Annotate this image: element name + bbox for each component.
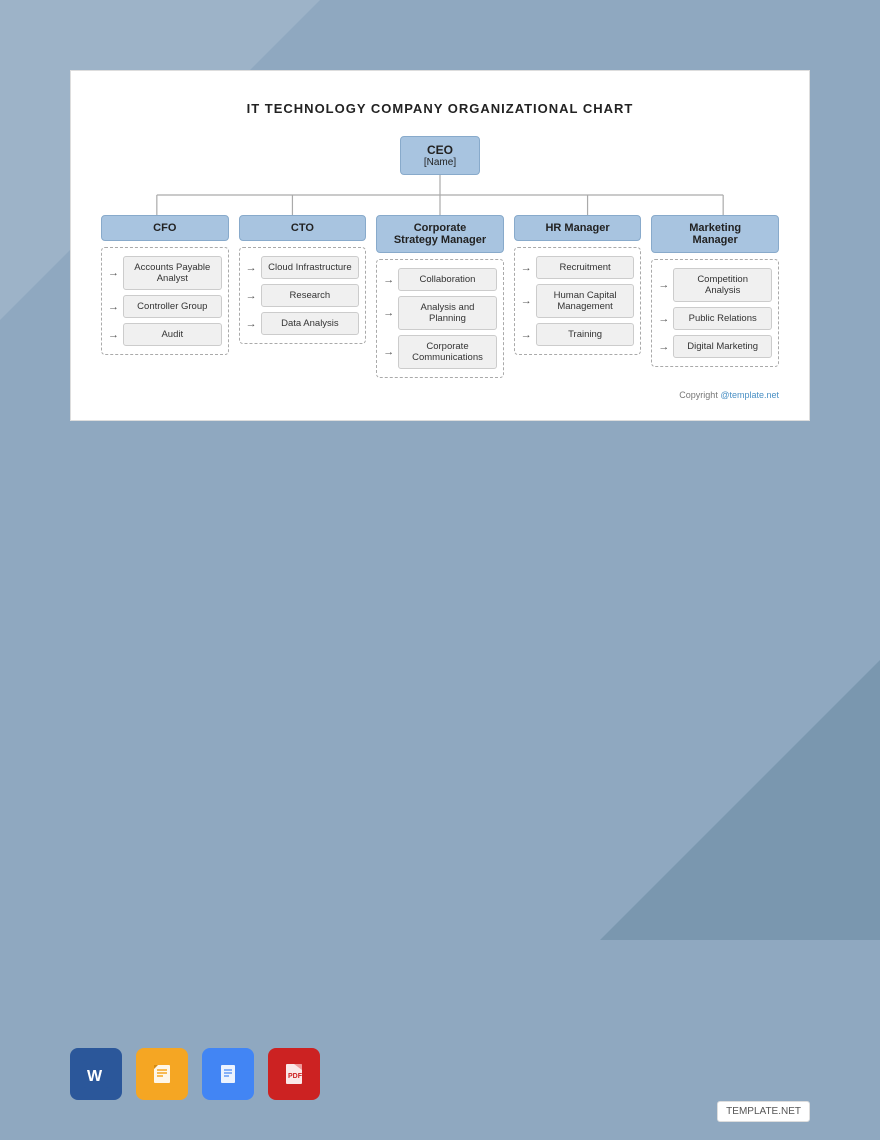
sub-box-mm-1: Competition Analysis (673, 268, 772, 302)
sub-item-mm-2: → Public Relations (658, 307, 772, 330)
arrow-icon: → (108, 267, 119, 279)
sub-container-csm: → Collaboration → Analysis and Planning … (376, 259, 504, 378)
dept-box-mm: Marketing Manager (651, 215, 779, 253)
department-row: CFO → Accounts Payable Analyst → Control… (101, 215, 779, 378)
arrow-icon: → (383, 307, 394, 319)
arrow-icon: → (658, 279, 669, 291)
dept-col-cto: CTO → Cloud Infrastructure → Research → … (239, 215, 367, 378)
sub-box-csm-1: Collaboration (398, 268, 497, 291)
dept-title-cfo: CFO (153, 222, 176, 234)
sub-item-csm-3: → Corporate Communications (383, 335, 497, 369)
sub-item-cfo-2: → Controller Group (108, 295, 222, 318)
arrow-icon: → (246, 262, 257, 274)
dept-title-mm: Marketing Manager (689, 222, 741, 246)
docs-icon[interactable] (202, 1048, 254, 1100)
pdf-icon-svg: PDF (280, 1060, 308, 1088)
dept-title-hrm: HR Manager (545, 222, 609, 234)
sub-box-hrm-1: Recruitment (536, 256, 635, 279)
sub-item-cto-1: → Cloud Infrastructure (246, 256, 360, 279)
sub-container-mm: → Competition Analysis → Public Relation… (651, 259, 779, 367)
sub-item-cto-3: → Data Analysis (246, 312, 360, 335)
word-icon[interactable]: W (70, 1048, 122, 1100)
sub-item-mm-1: → Competition Analysis (658, 268, 772, 302)
ceo-sub: [Name] (415, 157, 465, 168)
sub-box-cfo-1: Accounts Payable Analyst (123, 256, 222, 290)
sub-item-hrm-2: → Human Capital Management (521, 284, 635, 318)
main-card: IT TECHNOLOGY COMPANY ORGANIZATIONAL CHA… (70, 70, 810, 421)
sub-box-mm-2: Public Relations (673, 307, 772, 330)
chart-title: IT TECHNOLOGY COMPANY ORGANIZATIONAL CHA… (101, 101, 779, 116)
dept-col-cfo: CFO → Accounts Payable Analyst → Control… (101, 215, 229, 378)
sub-box-cfo-2: Controller Group (123, 295, 222, 318)
arrow-icon: → (521, 295, 532, 307)
arrow-icon: → (108, 301, 119, 313)
arrow-icon: → (521, 262, 532, 274)
sub-container-hrm: → Recruitment → Human Capital Management… (514, 247, 642, 355)
sub-box-cto-1: Cloud Infrastructure (261, 256, 360, 279)
connector-svg (101, 175, 779, 215)
sub-box-cto-2: Research (261, 284, 360, 307)
dept-col-csm: Corporate Strategy Manager → Collaborati… (376, 215, 504, 378)
arrow-icon: → (658, 341, 669, 353)
sub-item-cfo-3: → Audit (108, 323, 222, 346)
dept-title-cto: CTO (291, 222, 314, 234)
sub-box-mm-3: Digital Marketing (673, 335, 772, 358)
arrow-icon: → (383, 274, 394, 286)
arrow-icon: → (246, 290, 257, 302)
copyright-text: Copyright @template.net (101, 390, 779, 400)
arrow-icon: → (246, 318, 257, 330)
pages-icon[interactable] (136, 1048, 188, 1100)
sub-box-hrm-3: Training (536, 323, 635, 346)
template-badge: TEMPLATE.NET (717, 1101, 810, 1122)
sub-container-cfo: → Accounts Payable Analyst → Controller … (101, 247, 229, 355)
pdf-icon[interactable]: PDF (268, 1048, 320, 1100)
sub-item-hrm-3: → Training (521, 323, 635, 346)
dept-box-cto: CTO (239, 215, 367, 241)
template-badge-text: TEMPLATE.NET (726, 1106, 801, 1117)
sub-box-csm-2: Analysis and Planning (398, 296, 497, 330)
arrow-icon: → (658, 313, 669, 325)
arrow-icon: → (383, 346, 394, 358)
sub-item-hrm-1: → Recruitment (521, 256, 635, 279)
pages-icon-svg (148, 1060, 176, 1088)
dept-box-csm: Corporate Strategy Manager (376, 215, 504, 253)
arrow-icon: → (521, 329, 532, 341)
docs-icon-svg (214, 1060, 242, 1088)
dept-title-csm: Corporate Strategy Manager (394, 222, 486, 246)
ceo-box: CEO [Name] (400, 136, 480, 175)
arrow-icon: → (108, 329, 119, 341)
sub-item-csm-1: → Collaboration (383, 268, 497, 291)
sub-item-cto-2: → Research (246, 284, 360, 307)
dept-box-hrm: HR Manager (514, 215, 642, 241)
sub-item-csm-2: → Analysis and Planning (383, 296, 497, 330)
dept-col-hrm: HR Manager → Recruitment → Human Capital… (514, 215, 642, 378)
svg-text:W: W (87, 1068, 103, 1085)
sub-item-mm-3: → Digital Marketing (658, 335, 772, 358)
word-icon-svg: W (82, 1060, 110, 1088)
bottom-icons-row: W PDF (70, 1048, 320, 1100)
sub-box-cfo-3: Audit (123, 323, 222, 346)
dept-box-cfo: CFO (101, 215, 229, 241)
ceo-label: CEO (415, 143, 465, 157)
copyright-link: @template.net (720, 390, 779, 400)
bg-decoration-2 (600, 660, 880, 940)
sub-box-cto-3: Data Analysis (261, 312, 360, 335)
dept-col-mm: Marketing Manager → Competition Analysis… (651, 215, 779, 378)
sub-item-cfo-1: → Accounts Payable Analyst (108, 256, 222, 290)
sub-container-cto: → Cloud Infrastructure → Research → Data… (239, 247, 367, 344)
ceo-row: CEO [Name] (101, 136, 779, 175)
sub-box-hrm-2: Human Capital Management (536, 284, 635, 318)
sub-box-csm-3: Corporate Communications (398, 335, 497, 369)
svg-text:PDF: PDF (288, 1073, 303, 1080)
